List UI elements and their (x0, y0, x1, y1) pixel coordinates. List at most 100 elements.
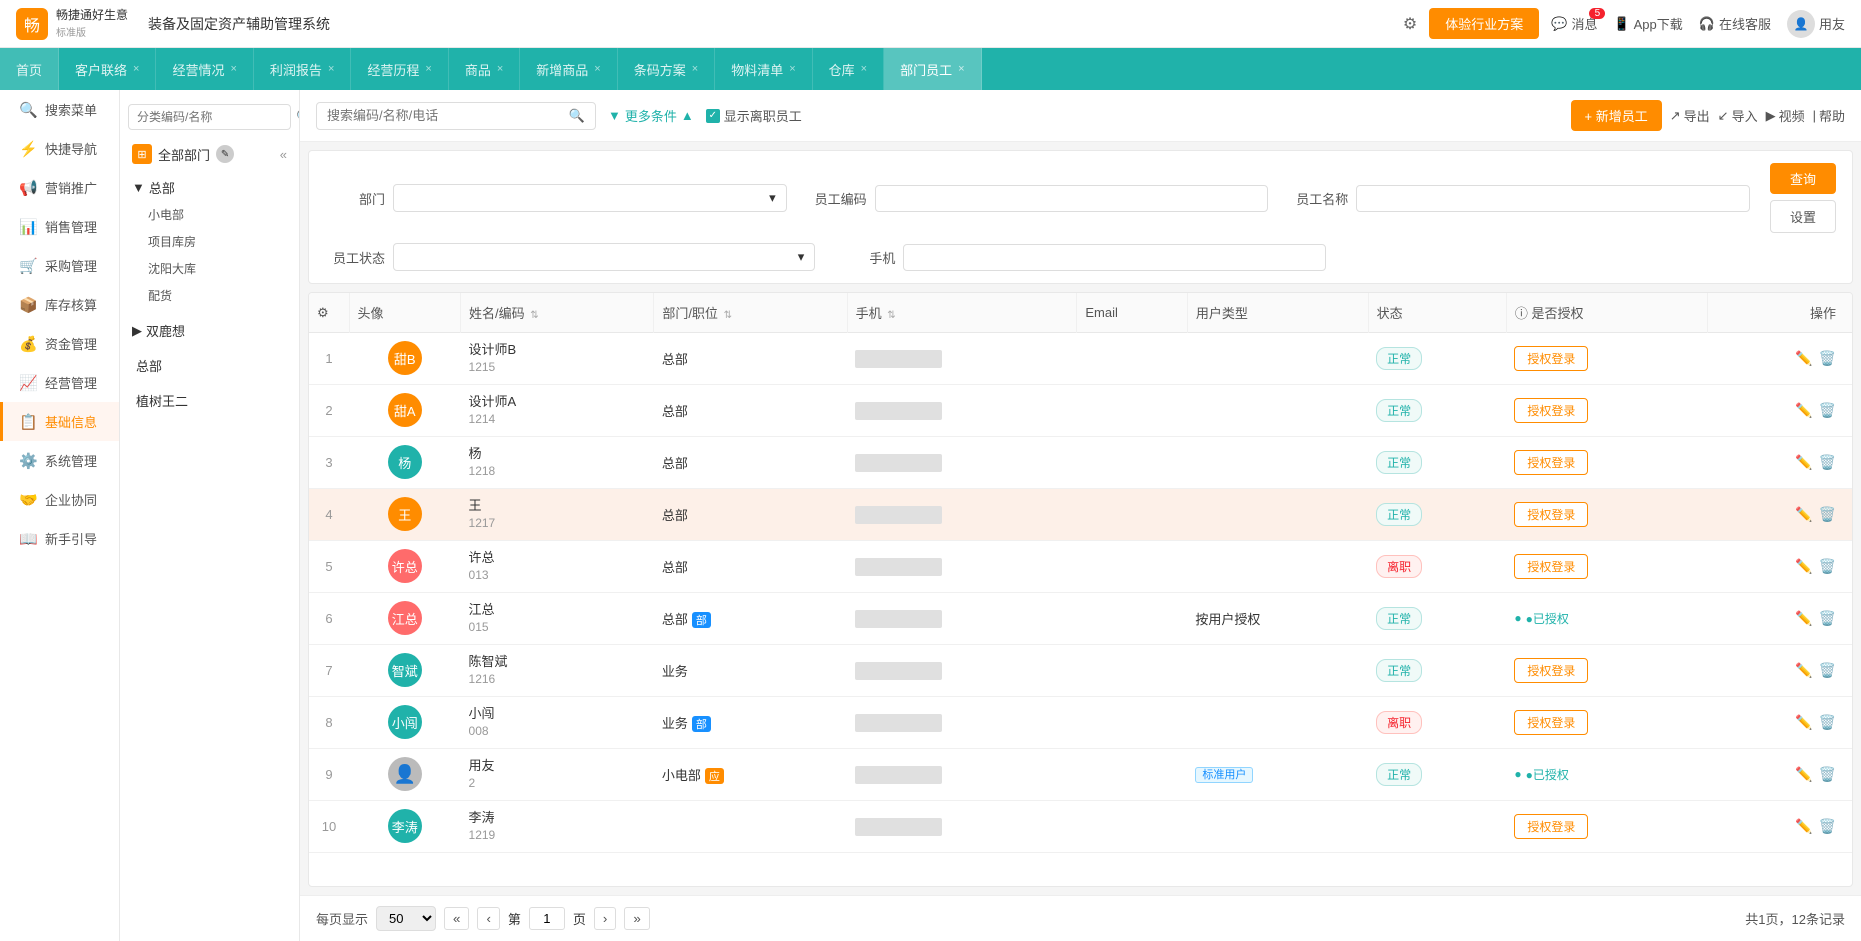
filter-dept-select[interactable]: ▾ (393, 184, 787, 212)
tree-item-xiaodibu[interactable]: 小电部 (120, 201, 299, 228)
close-icon[interactable]: × (230, 63, 236, 75)
help-button[interactable]: | 帮助 (1813, 106, 1845, 125)
close-icon[interactable]: × (328, 63, 334, 75)
delete-button[interactable]: 🗑️ (1819, 766, 1836, 783)
tab-employees[interactable]: 部门员工 × (884, 48, 981, 90)
sidebar-item-marketing[interactable]: 📢 营销推广 (0, 168, 119, 207)
auth-login-button[interactable]: 授权登录 (1514, 398, 1588, 423)
sidebar-item-sales[interactable]: 📊 销售管理 (0, 207, 119, 246)
close-icon[interactable]: × (789, 63, 795, 75)
delete-button[interactable]: 🗑️ (1819, 454, 1836, 471)
tree-collapse-button[interactable]: « (280, 147, 287, 162)
query-button[interactable]: 查询 (1770, 163, 1836, 194)
delete-button[interactable]: 🗑️ (1819, 610, 1836, 627)
filter-phone-input[interactable] (903, 244, 1325, 271)
messages-button[interactable]: 💬 消息 5 (1551, 14, 1597, 33)
delete-button[interactable]: 🗑️ (1819, 662, 1836, 679)
tree-item-projectroom[interactable]: 项目库房 (120, 228, 299, 255)
sidebar-item-basicinfo[interactable]: 📋 基础信息 (0, 402, 119, 441)
close-icon[interactable]: × (133, 63, 139, 75)
close-icon[interactable]: × (497, 63, 503, 75)
tree-group-shuanglu-title[interactable]: ▶ 双鹿想 (120, 317, 299, 344)
col-dept-position[interactable]: 部门/职位 ⇅ (654, 293, 847, 333)
tab-home[interactable]: 首页 (0, 48, 59, 90)
auth-login-button[interactable]: 授权登录 (1514, 710, 1588, 735)
sidebar-item-management[interactable]: 📈 经营管理 (0, 363, 119, 402)
sidebar-item-system[interactable]: ⚙️ 系统管理 (0, 441, 119, 480)
edit-button[interactable]: ✏️ (1795, 610, 1812, 627)
close-icon[interactable]: × (425, 63, 431, 75)
tab-customer[interactable]: 客户联络 × (59, 48, 156, 90)
col-phone[interactable]: 手机 ⇅ (847, 293, 1077, 333)
delete-button[interactable]: 🗑️ (1819, 506, 1836, 523)
prev-page-button[interactable]: ‹ (477, 907, 499, 930)
import-button[interactable]: ↙ 导入 (1718, 106, 1758, 125)
close-icon[interactable]: × (958, 63, 964, 75)
tab-history[interactable]: 经营历程 × (351, 48, 448, 90)
edit-button[interactable]: ✏️ (1795, 662, 1812, 679)
tree-group-hq-title[interactable]: ▼ 总部 (120, 174, 299, 201)
empcode-input[interactable] (886, 191, 1258, 206)
auth-login-button[interactable]: 授权登录 (1514, 346, 1588, 371)
auth-login-button[interactable]: 授权登录 (1514, 450, 1588, 475)
col-name-code[interactable]: 姓名/编码 ⇅ (461, 293, 654, 333)
edit-button[interactable]: ✏️ (1795, 454, 1812, 471)
close-icon[interactable]: × (692, 63, 698, 75)
tree-search-box[interactable]: 🔍 (128, 104, 291, 130)
page-size-select[interactable]: 50 100 (376, 906, 436, 931)
tree-group-zongbu-title[interactable]: 总部 (120, 352, 299, 379)
edit-button[interactable]: ✏️ (1795, 558, 1812, 575)
tab-profit[interactable]: 利润报告 × (254, 48, 351, 90)
delete-button[interactable]: 🗑️ (1819, 558, 1836, 575)
show-inactive-toggle[interactable]: ✓ 显示离职员工 (706, 106, 802, 125)
sidebar-item-search[interactable]: 🔍 搜索菜单 (0, 90, 119, 129)
settings-gear-button[interactable]: ⚙ (1403, 14, 1417, 34)
auth-login-button[interactable]: 授权登录 (1514, 554, 1588, 579)
user-menu-button[interactable]: 👤 用友 (1787, 10, 1845, 38)
col-settings[interactable]: ⚙ (309, 293, 349, 333)
tab-goods[interactable]: 商品 × (449, 48, 520, 90)
tree-search-input[interactable] (137, 110, 292, 124)
filter-empname-input[interactable] (1356, 185, 1750, 212)
edit-button[interactable]: ✏️ (1795, 714, 1812, 731)
current-page-input[interactable] (529, 907, 565, 930)
empname-input[interactable] (1367, 191, 1739, 206)
edit-button[interactable]: ✏️ (1795, 350, 1812, 367)
app-download-button[interactable]: 📱 App下载 (1613, 14, 1682, 33)
search-input[interactable] (327, 108, 563, 123)
next-page-button[interactable]: › (594, 907, 616, 930)
close-icon[interactable]: × (594, 63, 600, 75)
search-input-box[interactable]: 🔍 (316, 102, 596, 130)
auth-login-button[interactable]: 授权登录 (1514, 658, 1588, 683)
edit-button[interactable]: ✏️ (1795, 818, 1812, 835)
delete-button[interactable]: 🗑️ (1819, 402, 1836, 419)
tree-settings-icon[interactable]: ✎ (216, 145, 234, 163)
phone-input[interactable] (914, 250, 1314, 265)
tree-item-distribution[interactable]: 配货 (120, 282, 299, 309)
add-employee-button[interactable]: + 新增员工 (1571, 100, 1662, 131)
trial-button[interactable]: 体验行业方案 (1429, 8, 1539, 39)
delete-button[interactable]: 🗑️ (1819, 818, 1836, 835)
more-filters-button[interactable]: ▼ 更多条件 ▲ (608, 106, 694, 125)
first-page-button[interactable]: « (444, 907, 469, 930)
tab-bom[interactable]: 物料清单 × (715, 48, 812, 90)
sidebar-item-guide[interactable]: 📖 新手引导 (0, 519, 119, 558)
close-icon[interactable]: × (861, 63, 867, 75)
tab-barcode[interactable]: 条码方案 × (618, 48, 715, 90)
sidebar-item-collab[interactable]: 🤝 企业协同 (0, 480, 119, 519)
edit-button[interactable]: ✏️ (1795, 766, 1812, 783)
delete-button[interactable]: 🗑️ (1819, 350, 1836, 367)
tab-operations[interactable]: 经营情况 × (156, 48, 253, 90)
settings-button[interactable]: 设置 (1770, 200, 1836, 233)
sidebar-item-finance[interactable]: 💰 资金管理 (0, 324, 119, 363)
sidebar-item-inventory[interactable]: 📦 库存核算 (0, 285, 119, 324)
edit-button[interactable]: ✏️ (1795, 506, 1812, 523)
filter-empcode-input[interactable] (875, 185, 1269, 212)
tab-warehouse[interactable]: 仓库 × (813, 48, 884, 90)
tree-root-header[interactable]: ⊞ 全部部门 ✎ « (120, 138, 299, 170)
online-service-button[interactable]: 🎧 在线客服 (1699, 14, 1771, 33)
auth-login-button[interactable]: 授权登录 (1514, 814, 1588, 839)
delete-button[interactable]: 🗑️ (1819, 714, 1836, 731)
edit-button[interactable]: ✏️ (1795, 402, 1812, 419)
tree-item-shenyang[interactable]: 沈阳大库 (120, 255, 299, 282)
